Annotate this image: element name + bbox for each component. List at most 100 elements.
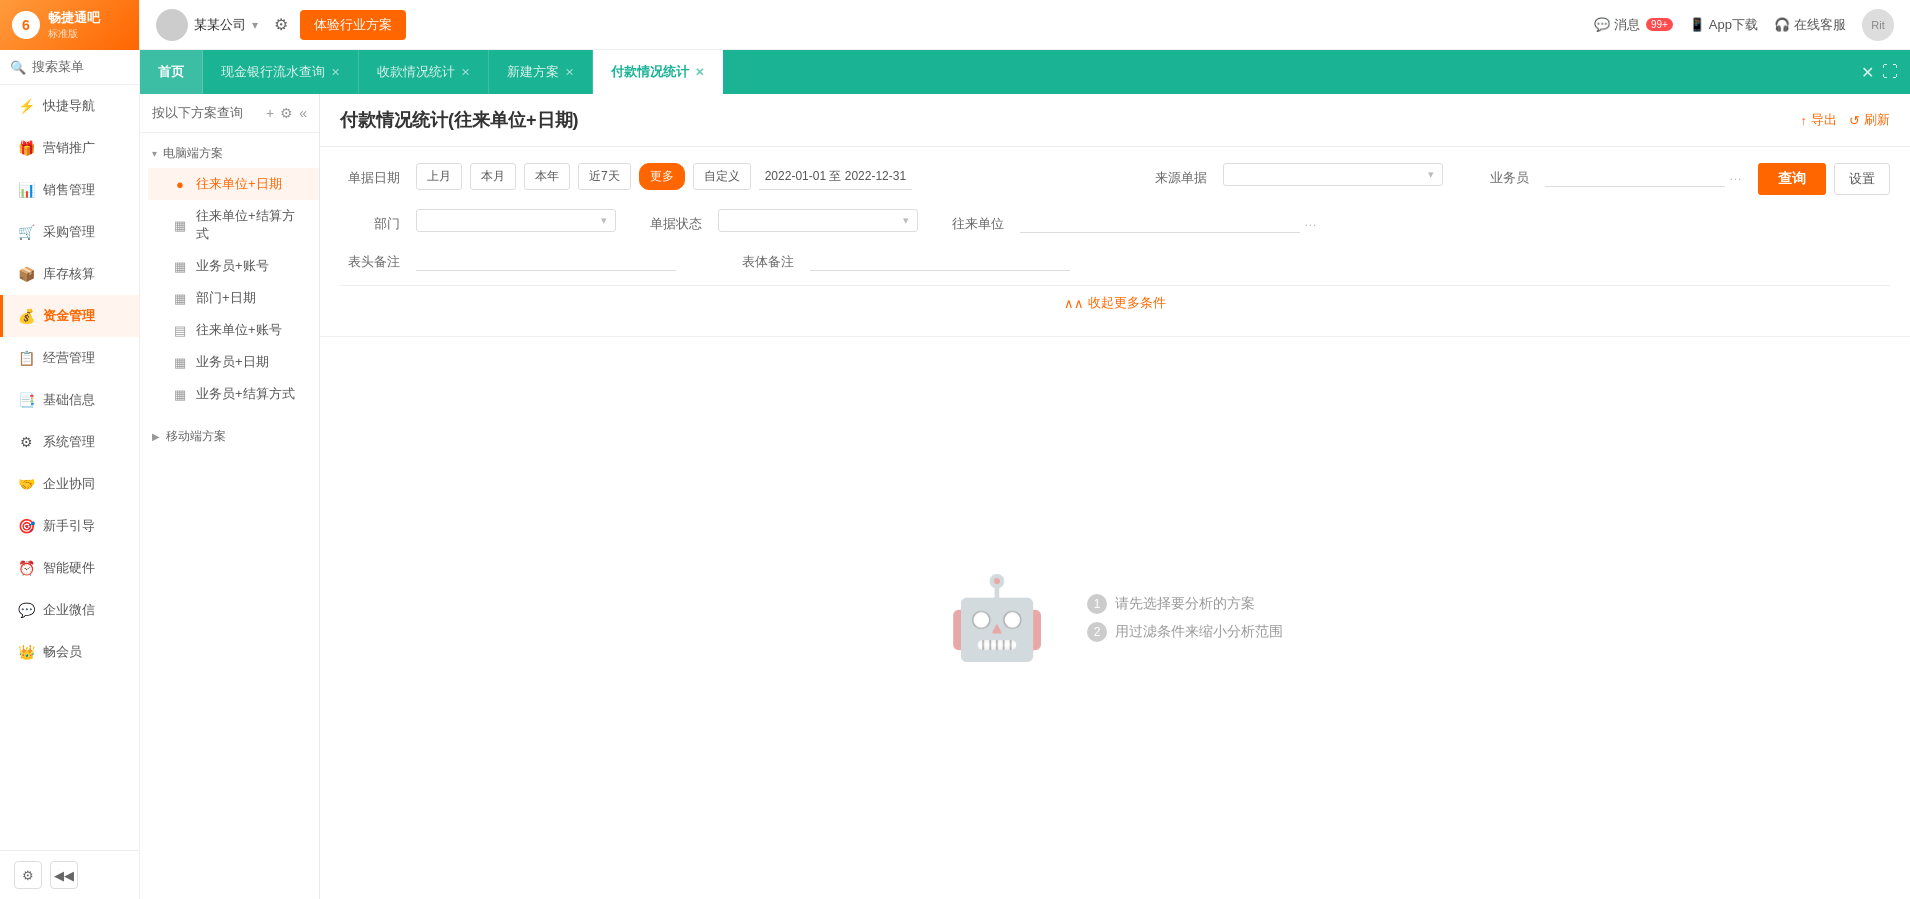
custom-date-btn[interactable]: 自定义: [693, 163, 751, 190]
sidebar-item-sales[interactable]: 📊 销售管理: [0, 169, 139, 211]
sidebar-item-system[interactable]: ⚙ 系统管理: [0, 421, 139, 463]
tab-bank[interactable]: 现金银行流水查询 ✕: [203, 50, 359, 94]
tab-new-close[interactable]: ✕: [565, 66, 574, 79]
query-btn[interactable]: 查询: [1758, 163, 1826, 195]
quick-icon: ⚡: [17, 97, 35, 115]
mobile-section-toggle[interactable]: ▶ 移动端方案: [140, 422, 319, 451]
scheme-item-unit-settle[interactable]: ▦ 往来单位+结算方式: [148, 200, 319, 250]
more-date-btn[interactable]: 更多: [639, 163, 685, 190]
sidebar-item-fund[interactable]: 💰 资金管理: [0, 295, 139, 337]
main-area: 某某公司 ▾ ⚙ 体验行业方案 💬 消息 99+ 📱 App下载 🎧 在线客服 …: [140, 0, 1910, 899]
close-all-tabs-btn[interactable]: ✕: [1861, 63, 1874, 82]
refresh-btn[interactable]: ↺ 刷新: [1849, 111, 1890, 129]
pc-section-toggle[interactable]: ▾ 电脑端方案: [140, 139, 319, 168]
scheme-item-unit-date[interactable]: ● 往来单位+日期: [148, 168, 319, 200]
enterprise-icon: 🤝: [17, 475, 35, 493]
partner-more-btn[interactable]: …: [1304, 214, 1317, 229]
sidebar-item-enterprise[interactable]: 🤝 企业协同: [0, 463, 139, 505]
header-note-input[interactable]: [416, 247, 676, 271]
tab-new[interactable]: 新建方案 ✕: [489, 50, 593, 94]
sidebar-item-member[interactable]: 👑 畅会员: [0, 631, 139, 673]
this-month-btn[interactable]: 本月: [470, 163, 516, 190]
scheme-item-icon-dept-date: ▦: [172, 291, 188, 306]
trial-button[interactable]: 体验行业方案: [300, 10, 406, 40]
dept-select[interactable]: ▾: [416, 209, 616, 232]
sidebar-item-member-label: 畅会员: [43, 643, 82, 661]
page-title: 付款情况统计(往来单位+日期): [340, 108, 579, 132]
tab-payment-close[interactable]: ✕: [695, 66, 704, 79]
scheme-add-btn[interactable]: +: [266, 105, 274, 121]
messages-btn[interactable]: 💬 消息 99+: [1594, 16, 1673, 34]
tab-new-label: 新建方案: [507, 63, 559, 81]
collapse-bar[interactable]: ∧∧ 收起更多条件: [340, 285, 1890, 320]
wechat-icon: 💬: [17, 601, 35, 619]
sidebar-item-quick-label: 快捷导航: [43, 97, 95, 115]
scheme-item-unit-account[interactable]: ▤ 往来单位+账号: [148, 314, 319, 346]
tab-home[interactable]: 首页: [140, 50, 203, 94]
filter-row-1: 单据日期 上月 本月 本年 近7天 更多 自定义 2022-01-01 至 20…: [340, 163, 1890, 195]
scheme-item-salesman-date[interactable]: ▦ 业务员+日期: [148, 346, 319, 378]
sidebar-item-basic-label: 基础信息: [43, 391, 95, 409]
sidebar-item-hardware[interactable]: ⏰ 智能硬件: [0, 547, 139, 589]
hint-num-1: 1: [1087, 594, 1107, 614]
collapse-sidebar-btn[interactable]: ◀◀: [50, 861, 78, 889]
scheme-item-icon-salesman-date: ▦: [172, 355, 188, 370]
scheme-collapse-btn[interactable]: «: [299, 105, 307, 121]
company-name: 某某公司: [194, 16, 246, 34]
tab-receipt[interactable]: 收款情况统计 ✕: [359, 50, 489, 94]
sidebar-item-guide[interactable]: 🎯 新手引导: [0, 505, 139, 547]
scheme-settings-btn[interactable]: ⚙: [280, 105, 293, 121]
sidebar-item-purchase[interactable]: 🛒 采购管理: [0, 211, 139, 253]
sidebar-item-wechat[interactable]: 💬 企业微信: [0, 589, 139, 631]
refresh-label: 刷新: [1864, 111, 1890, 129]
last-7days-btn[interactable]: 近7天: [578, 163, 631, 190]
sidebar: 6 畅捷通吧 标准版 🔍 搜索菜单 ⚡ 快捷导航 🎁 营销推广 📊 销售管理 🛒…: [0, 0, 140, 899]
voucher-status-select[interactable]: ▾: [718, 209, 918, 232]
sidebar-item-marketing[interactable]: 🎁 营销推广: [0, 127, 139, 169]
scheme-panel-title: 按以下方案查询: [152, 104, 243, 122]
pc-section-label: 电脑端方案: [163, 145, 223, 162]
company-dropdown-icon[interactable]: ▾: [252, 18, 258, 32]
app-download-btn[interactable]: 📱 App下载: [1689, 16, 1758, 34]
scheme-item-salesman-account-label: 业务员+账号: [196, 257, 269, 275]
topbar-right: 💬 消息 99+ 📱 App下载 🎧 在线客服 Rit: [1594, 9, 1894, 41]
scheme-item-salesman-account[interactable]: ▦ 业务员+账号: [148, 250, 319, 282]
this-year-btn[interactable]: 本年: [524, 163, 570, 190]
mobile-section-label: 移动端方案: [166, 428, 226, 445]
sidebar-item-inventory[interactable]: 📦 库存核算: [0, 253, 139, 295]
settings-footer-btn[interactable]: ⚙: [14, 861, 42, 889]
page-area: 按以下方案查询 + ⚙ « ▾ 电脑端方案 ● 往来单位+日期: [140, 94, 1910, 899]
export-btn[interactable]: ↑ 导出: [1801, 111, 1838, 129]
filter-row-2: 部门 ▾ 单据状态 ▾ 往来单位 …: [340, 209, 1890, 233]
scheme-item-unit-settle-label: 往来单位+结算方式: [196, 207, 307, 243]
user-avatar[interactable]: Rit: [1862, 9, 1894, 41]
sidebar-search-row[interactable]: 🔍 搜索菜单: [0, 50, 139, 85]
salesman-label: 业务员: [1459, 163, 1529, 187]
collapse-label: 收起更多条件: [1088, 294, 1166, 312]
app-name: 畅捷通吧: [48, 9, 100, 27]
online-service-btn[interactable]: 🎧 在线客服: [1774, 16, 1846, 34]
empty-hint-1: 1 请先选择要分析的方案: [1087, 594, 1283, 614]
topbar-gear-icon[interactable]: ⚙: [274, 15, 288, 34]
sidebar-item-operation[interactable]: 📋 经营管理: [0, 337, 139, 379]
tab-receipt-close[interactable]: ✕: [461, 66, 470, 79]
settings-btn[interactable]: 设置: [1834, 163, 1890, 195]
sidebar-item-purchase-label: 采购管理: [43, 223, 95, 241]
salesman-more-btn[interactable]: …: [1729, 168, 1742, 183]
sidebar-item-sales-label: 销售管理: [43, 181, 95, 199]
tab-bank-close[interactable]: ✕: [331, 66, 340, 79]
body-note-input[interactable]: [810, 247, 1070, 271]
last-month-btn[interactable]: 上月: [416, 163, 462, 190]
collapse-icon: ∧∧: [1064, 296, 1084, 311]
scheme-item-dept-date[interactable]: ▦ 部门+日期: [148, 282, 319, 314]
expand-tabs-btn[interactable]: ⛶: [1882, 63, 1898, 81]
salesman-input[interactable]: [1545, 163, 1725, 187]
sidebar-item-quick[interactable]: ⚡ 快捷导航: [0, 85, 139, 127]
scheme-item-salesman-settle[interactable]: ▦ 业务员+结算方式: [148, 378, 319, 410]
tab-payment[interactable]: 付款情况统计 ✕: [593, 50, 723, 94]
guide-icon: 🎯: [17, 517, 35, 535]
purchase-icon: 🛒: [17, 223, 35, 241]
partner-input[interactable]: [1020, 209, 1300, 233]
source-select[interactable]: ▾: [1223, 163, 1443, 186]
sidebar-item-basic[interactable]: 📑 基础信息: [0, 379, 139, 421]
